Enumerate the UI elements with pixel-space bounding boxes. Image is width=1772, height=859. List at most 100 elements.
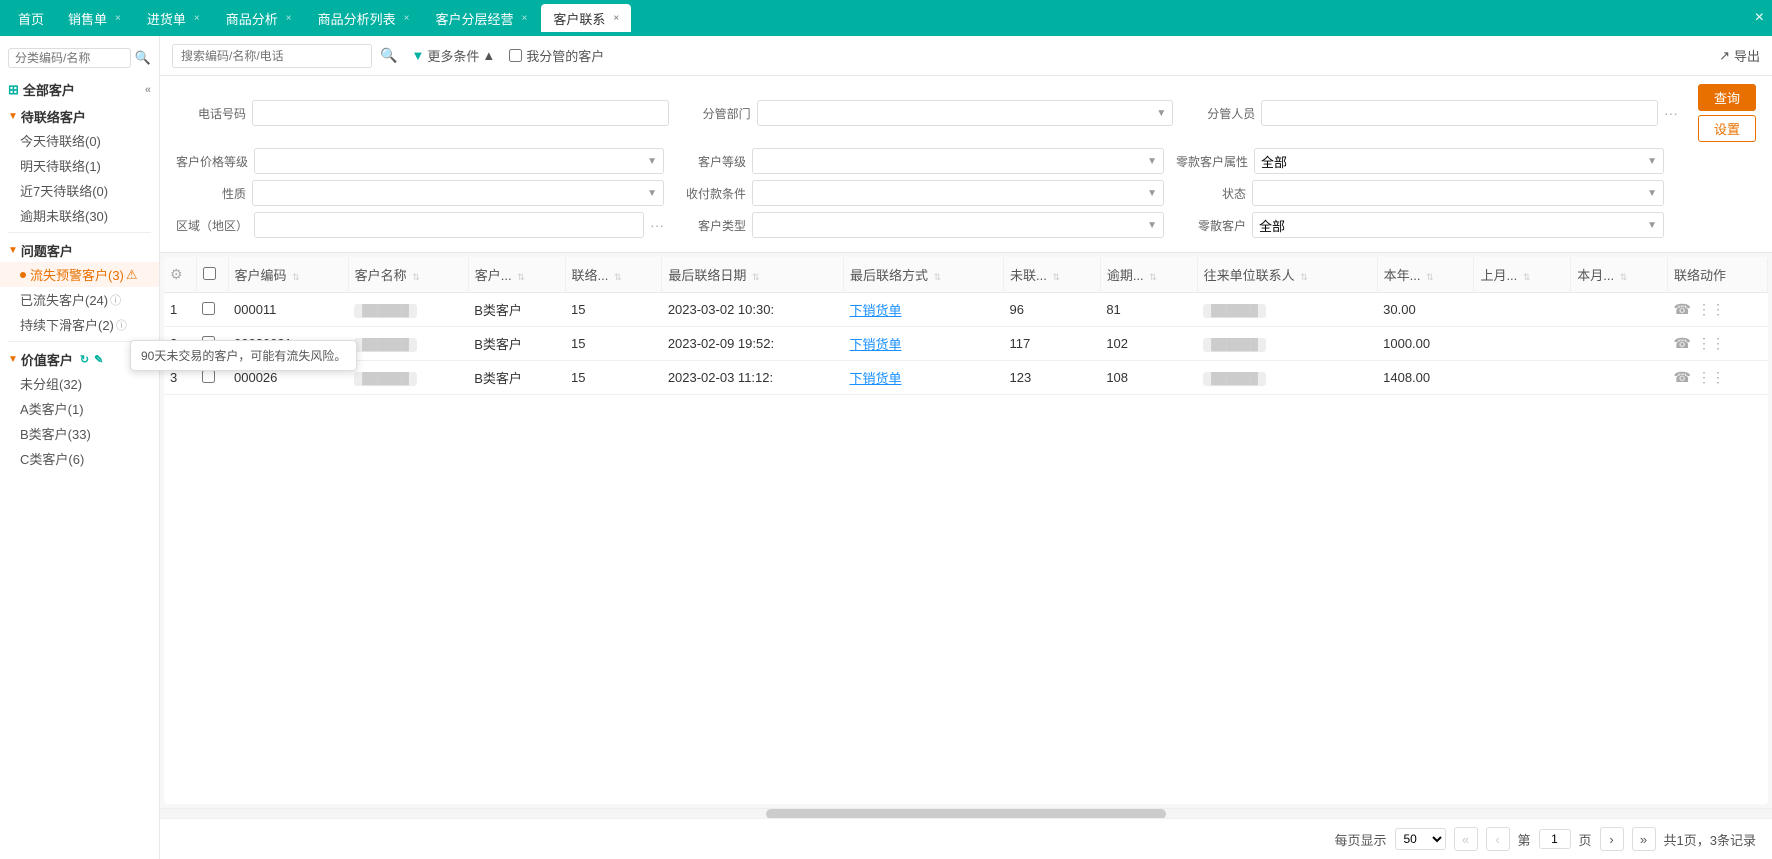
action-contact-icon-3[interactable]: ☎ (1674, 369, 1691, 386)
row-method-1[interactable]: 下销货单 (843, 293, 1003, 327)
row-3-checkbox[interactable] (202, 370, 215, 383)
sidebar-item-7day-pending[interactable]: 近7天待联络(0) (0, 178, 159, 203)
sidebar-item-class-b[interactable]: B类客户(33) (0, 421, 159, 446)
more-conditions-btn[interactable]: ▼ 更多条件 ▲ (405, 42, 501, 69)
col-un-contact[interactable]: 未联... ⇅ (1004, 257, 1101, 293)
col-this-month[interactable]: 本月... ⇅ (1571, 257, 1668, 293)
region-more-btn[interactable]: ··· (650, 217, 664, 233)
nav-tab-purchase[interactable]: 进货单 × (135, 4, 212, 32)
customer-type-select[interactable]: ▼ (752, 212, 1164, 238)
sidebar-item-ungroup[interactable]: 未分组(32) (0, 371, 159, 396)
horizontal-scrollbar[interactable] (160, 808, 1772, 818)
dept-select[interactable]: ▼ (757, 100, 1174, 126)
row-method-3[interactable]: 下销货单 (843, 361, 1003, 395)
status-select[interactable]: ▼ (1252, 180, 1664, 206)
payment-select[interactable]: ▼ (752, 180, 1164, 206)
select-all-checkbox[interactable] (203, 267, 216, 280)
close-tab-sales[interactable]: × (115, 13, 121, 24)
sidebar-search-input[interactable] (8, 48, 131, 68)
nav-tab-customer-layer[interactable]: 客户分层经营 × (423, 4, 539, 32)
col-code[interactable]: 客户编码 ⇅ (228, 257, 348, 293)
my-customers-checkbox[interactable] (509, 49, 522, 62)
col-contact-person-sort[interactable]: ⇅ (1300, 272, 1308, 282)
nav-tab-analysis[interactable]: 商品分析 × (214, 4, 304, 32)
close-tab-purchase[interactable]: × (194, 13, 200, 24)
last-page-btn[interactable]: » (1632, 827, 1656, 851)
customer-level-select[interactable]: ▼ (752, 148, 1164, 174)
nature-select[interactable]: ▼ (252, 180, 664, 206)
sidebar-item-churn-warning[interactable]: 流失预警客户(3) ⚠ (0, 262, 159, 287)
action-contact-icon-2[interactable]: ☎ (1674, 335, 1691, 352)
close-tab-customer-layer[interactable]: × (521, 13, 527, 24)
col-contact-sort[interactable]: ⇅ (614, 272, 622, 282)
sidebar-search-icon[interactable]: 🔍 (135, 50, 151, 66)
col-overdue[interactable]: 逾期... ⇅ (1100, 257, 1197, 293)
nav-home[interactable]: 首页 (8, 4, 54, 32)
sidebar-item-tomorrow-pending[interactable]: 明天待联络(1) (0, 153, 159, 178)
my-customers-checkbox-area[interactable]: 我分管的客户 (509, 46, 604, 65)
col-last-method-sort[interactable]: ⇅ (934, 272, 942, 282)
sidebar-item-class-c[interactable]: C类客户(6) (0, 446, 159, 471)
first-page-btn[interactable]: « (1454, 827, 1478, 851)
close-tab-analysis-list[interactable]: × (404, 13, 410, 24)
col-contact-count[interactable]: 联络... ⇅ (565, 257, 662, 293)
sidebar-item-declining[interactable]: 持续下滑客户(2) ⓘ (0, 312, 159, 337)
settings-button[interactable]: 设置 (1698, 115, 1756, 142)
close-tab-analysis[interactable]: × (286, 13, 292, 24)
action-more-icon-1[interactable]: ⋮⋮ (1697, 301, 1725, 318)
col-overdue-sort[interactable]: ⇅ (1149, 272, 1157, 282)
col-type-sort[interactable]: ⇅ (517, 272, 525, 282)
all-customers-title[interactable]: ⊞ 全部客户 « (0, 76, 159, 103)
region-select[interactable] (254, 212, 644, 238)
col-type[interactable]: 客户... ⇅ (468, 257, 565, 293)
row-1-checkbox[interactable] (202, 302, 215, 315)
sidebar-item-class-a[interactable]: A类客户(1) (0, 396, 159, 421)
row-checkbox-1[interactable] (196, 293, 228, 327)
col-name[interactable]: 客户名称 ⇅ (348, 257, 468, 293)
nav-tab-analysis-list[interactable]: 商品分析列表 × (306, 4, 422, 32)
search-input[interactable] (172, 44, 372, 68)
close-tab-customer-contact[interactable]: × (613, 13, 619, 24)
col-last-method[interactable]: 最后联络方式 ⇅ (843, 257, 1003, 293)
col-last-month-sort[interactable]: ⇅ (1523, 272, 1531, 282)
zero-customer-select[interactable]: 全部 ▼ (1252, 212, 1664, 238)
query-button[interactable]: 查询 (1698, 84, 1756, 111)
row-method-2[interactable]: 下销货单 (843, 327, 1003, 361)
phone-input[interactable] (252, 100, 669, 126)
nav-tab-customer-contact[interactable]: 客户联系 × (541, 4, 631, 32)
action-more-icon-2[interactable]: ⋮⋮ (1697, 335, 1725, 352)
sidebar-collapse-icon[interactable]: « (145, 84, 151, 96)
window-close-btn[interactable]: × (1755, 9, 1764, 27)
sidebar-item-today-pending[interactable]: 今天待联络(0) (0, 128, 159, 153)
nav-tab-sales[interactable]: 销售单 × (56, 4, 133, 32)
col-name-sort[interactable]: ⇅ (412, 272, 420, 282)
col-checkbox[interactable] (196, 257, 228, 293)
action-contact-icon-1[interactable]: ☎ (1674, 301, 1691, 318)
col-last-date-sort[interactable]: ⇅ (752, 272, 760, 282)
action-more-icon-3[interactable]: ⋮⋮ (1697, 369, 1725, 386)
refresh-icon[interactable]: ↻ (80, 353, 89, 366)
col-last-date[interactable]: 最后联络日期 ⇅ (662, 257, 844, 293)
manager-more-btn[interactable]: ··· (1664, 105, 1678, 121)
col-this-year-sort[interactable]: ⇅ (1426, 272, 1434, 282)
col-un-contact-sort[interactable]: ⇅ (1053, 272, 1061, 282)
col-settings[interactable]: ⚙ (164, 257, 196, 293)
customer-price-select[interactable]: ▼ (254, 148, 664, 174)
next-page-btn[interactable]: › (1600, 827, 1624, 851)
sidebar-item-churned[interactable]: 已流失客户(24) ⓘ (0, 287, 159, 312)
edit-icon[interactable]: ✎ (94, 353, 103, 366)
col-code-sort[interactable]: ⇅ (292, 272, 300, 282)
sidebar-group-problem[interactable]: ▼ 问题客户 (0, 237, 159, 262)
sidebar-item-overdue-pending[interactable]: 逾期未联络(30) (0, 203, 159, 228)
search-button[interactable]: 🔍 (380, 47, 397, 64)
col-this-month-sort[interactable]: ⇅ (1620, 272, 1628, 282)
per-page-select[interactable]: 50 20 100 (1395, 828, 1446, 850)
page-number-input[interactable] (1539, 829, 1571, 849)
col-settings-icon[interactable]: ⚙ (170, 266, 183, 282)
zero-purchase-select[interactable]: 全部 ▼ (1254, 148, 1664, 174)
col-contact-person[interactable]: 往来单位联系人 ⇅ (1197, 257, 1377, 293)
export-button[interactable]: ↗ 导出 (1719, 46, 1760, 65)
manager-select[interactable] (1261, 100, 1658, 126)
col-last-month[interactable]: 上月... ⇅ (1474, 257, 1571, 293)
sidebar-group-pending[interactable]: ▼ 待联络客户 (0, 103, 159, 128)
